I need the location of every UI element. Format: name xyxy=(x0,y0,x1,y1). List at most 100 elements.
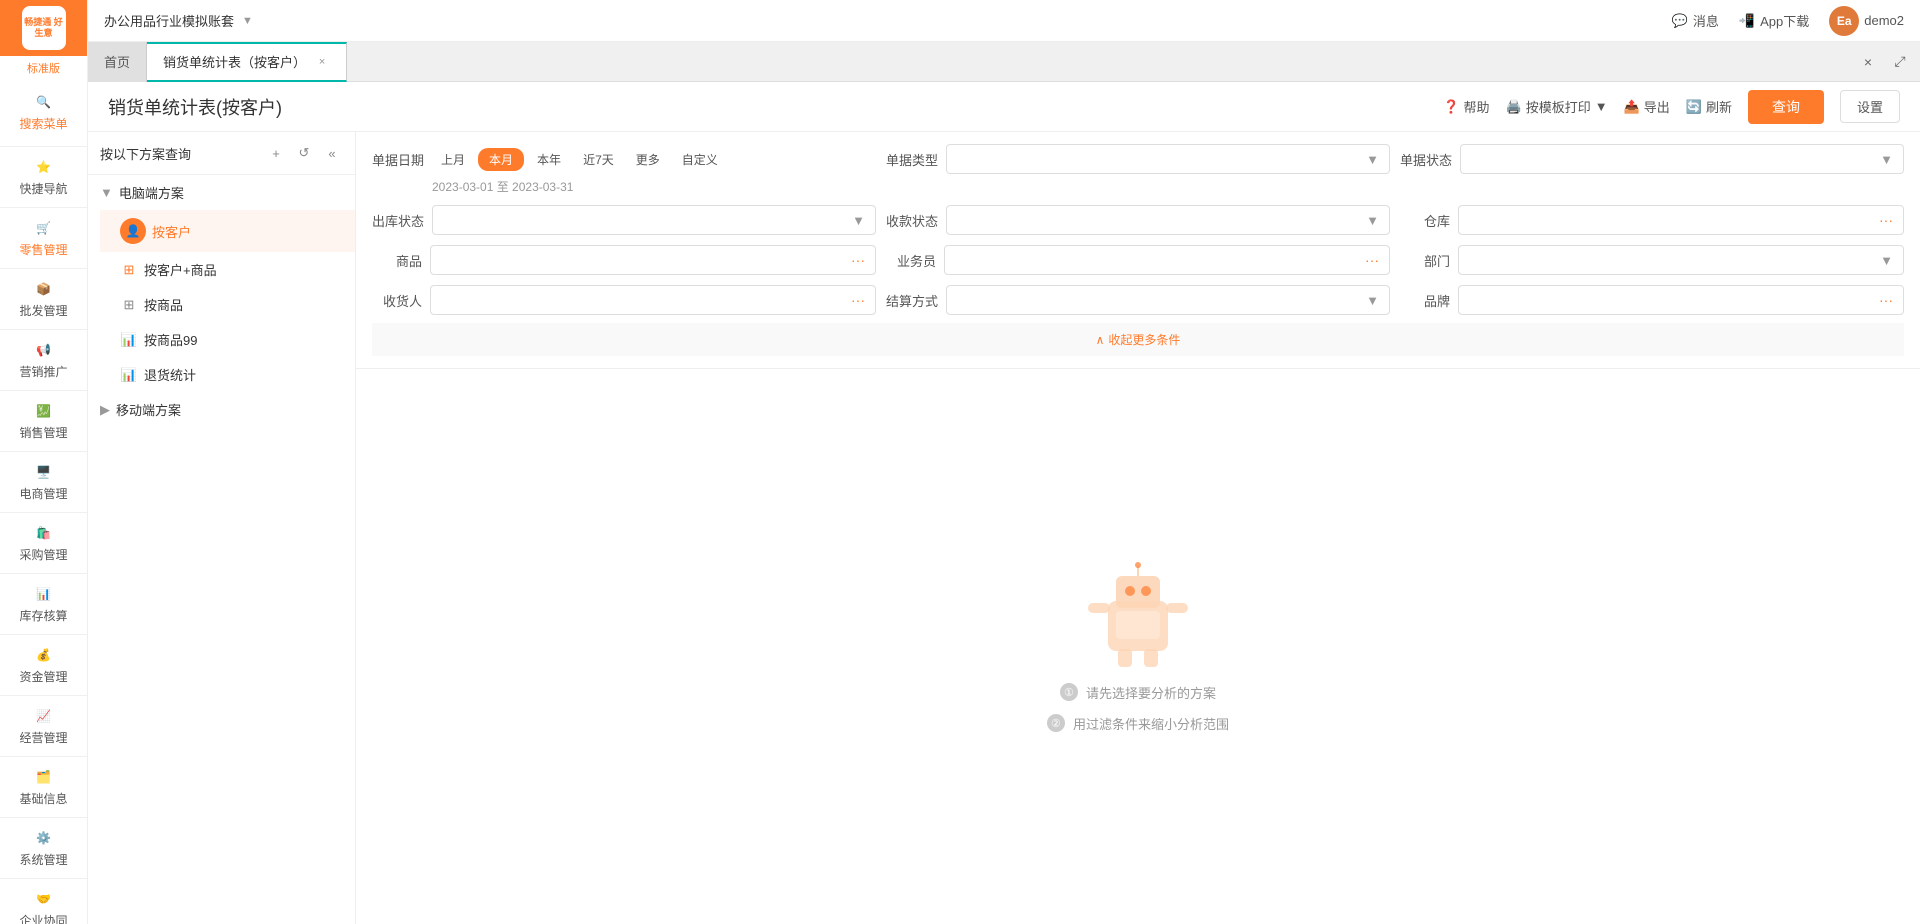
tab-close-btn[interactable]: × xyxy=(314,54,330,70)
warehouse-label: 仓库 xyxy=(1400,211,1450,230)
brand-input[interactable]: ··· xyxy=(1458,285,1904,315)
doc-type-select[interactable]: ▼ xyxy=(946,144,1390,174)
sidebar-item-sales[interactable]: 💹 销售管理 xyxy=(0,391,87,452)
tree-group-mobile[interactable]: ▶ 移动端方案 xyxy=(88,392,355,427)
receipt-status-dropdown-icon: ▼ xyxy=(1366,213,1379,228)
refresh-label: 刷新 xyxy=(1706,97,1732,116)
ecommerce-icon: 🖥️ xyxy=(34,462,54,482)
collapse-panel-btn[interactable]: « xyxy=(321,142,343,164)
tab-sales-stat[interactable]: 销货单统计表（按客户） × xyxy=(147,42,347,82)
collapse-icon: « xyxy=(328,146,335,161)
receiver-dots[interactable]: ··· xyxy=(851,292,865,308)
receipt-status-select[interactable]: ▼ xyxy=(946,205,1390,235)
date-btn-this-month[interactable]: 本月 xyxy=(478,148,524,171)
sidebar-item-purchase[interactable]: 🛍️ 采购管理 xyxy=(0,513,87,574)
date-btn-more[interactable]: 更多 xyxy=(627,147,669,172)
sidebar-system-label: 系统管理 xyxy=(19,851,67,868)
receiver-input[interactable]: ··· xyxy=(430,285,876,315)
tree-item-by-customer-goods-label: 按客户+商品 xyxy=(144,260,217,279)
add-scheme-btn[interactable]: + xyxy=(265,142,287,164)
export-label: 导出 xyxy=(1644,97,1670,116)
sidebar-item-enterprise[interactable]: 🤝 企业协同 xyxy=(0,879,87,924)
sidebar-item-inventory[interactable]: 📊 库存核算 xyxy=(0,574,87,635)
sidebar-item-base[interactable]: 🗂️ 基础信息 xyxy=(0,757,87,818)
sidebar-item-operations[interactable]: 📈 经营管理 xyxy=(0,696,87,757)
system-icon: ⚙️ xyxy=(34,828,54,848)
collapse-label: 收起更多条件 xyxy=(1108,331,1180,348)
dept-select[interactable]: ▼ xyxy=(1458,245,1904,275)
add-icon: + xyxy=(272,146,280,161)
active-customer-badge: 👤 xyxy=(120,218,146,244)
message-icon: 💬 xyxy=(1672,13,1688,29)
tree-item-by-customer-goods[interactable]: ⊞ 按客户+商品 xyxy=(100,252,355,287)
refresh-scheme-btn[interactable]: ↺ xyxy=(293,142,315,164)
salesperson-dots[interactable]: ··· xyxy=(1365,252,1379,268)
tree-item-return-stat[interactable]: 📊 退货统计 xyxy=(100,357,355,392)
tab-close-all-btn[interactable]: × xyxy=(1856,50,1880,74)
tree-item-by-customer[interactable]: 👤 按客户 xyxy=(100,210,355,252)
tab-fullscreen-btn[interactable]: ⤢ xyxy=(1888,50,1912,74)
settings-btn[interactable]: 设置 xyxy=(1840,90,1900,123)
sidebar-item-quick-nav[interactable]: ⭐ 快捷导航 xyxy=(0,147,87,208)
sidebar-item-retail[interactable]: 🛒 零售管理 xyxy=(0,208,87,269)
date-btn-this-year[interactable]: 本年 xyxy=(528,147,570,172)
salesperson-input[interactable]: ··· xyxy=(944,245,1390,275)
brand-dots[interactable]: ··· xyxy=(1879,292,1893,308)
date-label: 单据日期 xyxy=(372,150,424,169)
help-btn[interactable]: ❓ 帮助 xyxy=(1443,97,1489,116)
out-status-dropdown-icon: ▼ xyxy=(852,213,865,228)
sidebar-item-marketing[interactable]: 📢 营销推广 xyxy=(0,330,87,391)
user-area[interactable]: Ea demo2 xyxy=(1829,6,1904,36)
doc-type-dropdown-icon: ▼ xyxy=(1366,152,1379,167)
collapse-up-icon: ∧ xyxy=(1096,333,1105,347)
goods-input[interactable]: ··· xyxy=(430,245,876,275)
page-content: 销货单统计表(按客户) ❓ 帮助 🖨️ 按模板打印 ▼ 📤 导出 🔄 刷新 xyxy=(88,82,1920,924)
tree-group-desktop[interactable]: ▼ 电脑端方案 xyxy=(88,175,355,210)
message-btn[interactable]: 💬 消息 xyxy=(1672,11,1719,30)
sidebar-item-finance[interactable]: 💰 资金管理 xyxy=(0,635,87,696)
main-area: 办公用品行业模拟账套 ▼ 💬 消息 📲 App下载 Ea demo2 首页 xyxy=(88,0,1920,924)
sidebar-item-system[interactable]: ⚙️ 系统管理 xyxy=(0,818,87,879)
hint-num-1: ① xyxy=(1060,683,1078,701)
warehouse-cell: 仓库 ··· xyxy=(1400,205,1904,235)
settlement-select[interactable]: ▼ xyxy=(946,285,1390,315)
settlement-dropdown-icon: ▼ xyxy=(1366,293,1379,308)
tree-item-by-customer-label: 按客户 xyxy=(152,222,191,241)
app-download-btn[interactable]: 📲 App下载 xyxy=(1739,11,1809,30)
empty-illustration xyxy=(1078,561,1198,671)
date-btn-custom[interactable]: 自定义 xyxy=(673,147,727,172)
warehouse-input[interactable]: ··· xyxy=(1458,205,1904,235)
print-dropdown-icon[interactable]: ▼ xyxy=(1595,99,1608,114)
date-btn-7days[interactable]: 近7天 xyxy=(574,147,623,172)
query-btn[interactable]: 查询 xyxy=(1748,90,1824,124)
receipt-status-cell: 收款状态 ▼ xyxy=(886,205,1390,235)
refresh-btn[interactable]: 🔄 刷新 xyxy=(1686,97,1732,116)
receiver-cell: 收货人 ··· xyxy=(372,285,876,315)
sidebar-wholesale-label: 批发管理 xyxy=(19,302,67,319)
doc-status-filter-cell: 单据状态 ▼ xyxy=(1400,144,1904,174)
tab-home[interactable]: 首页 xyxy=(88,42,147,82)
sidebar-logo: 畅捷通 好生意 xyxy=(0,0,88,56)
tree-item-by-goods-99[interactable]: 📊 按商品99 xyxy=(100,322,355,357)
sidebar-base-label: 基础信息 xyxy=(19,790,67,807)
print-btn[interactable]: 🖨️ 按模板打印 ▼ xyxy=(1506,97,1608,116)
goods-dots[interactable]: ··· xyxy=(851,252,865,268)
print-label: 按模板打印 xyxy=(1526,97,1591,116)
avatar-text: Ea xyxy=(1837,14,1852,28)
sidebar-item-ecommerce[interactable]: 🖥️ 电商管理 xyxy=(0,452,87,513)
help-label: 帮助 xyxy=(1463,97,1489,116)
sidebar-item-search[interactable]: 🔍 搜索菜单 xyxy=(0,78,87,147)
out-status-select[interactable]: ▼ xyxy=(432,205,876,235)
doc-status-select[interactable]: ▼ xyxy=(1460,144,1904,174)
sidebar-item-wholesale[interactable]: 📦 批发管理 xyxy=(0,269,87,330)
warehouse-dots[interactable]: ··· xyxy=(1879,212,1893,228)
avatar: Ea xyxy=(1829,6,1859,36)
date-btn-last-month[interactable]: 上月 xyxy=(432,147,474,172)
tree-item-by-goods[interactable]: ⊞ 按商品 xyxy=(100,287,355,322)
sidebar-marketing-label: 营销推广 xyxy=(19,363,67,380)
export-btn[interactable]: 📤 导出 xyxy=(1624,97,1670,116)
collapse-bar[interactable]: ∧ 收起更多条件 xyxy=(372,323,1904,356)
settlement-label: 结算方式 xyxy=(886,291,938,310)
header-dropdown-icon[interactable]: ▼ xyxy=(242,15,253,27)
header-title: 办公用品行业模拟账套 xyxy=(104,11,234,30)
